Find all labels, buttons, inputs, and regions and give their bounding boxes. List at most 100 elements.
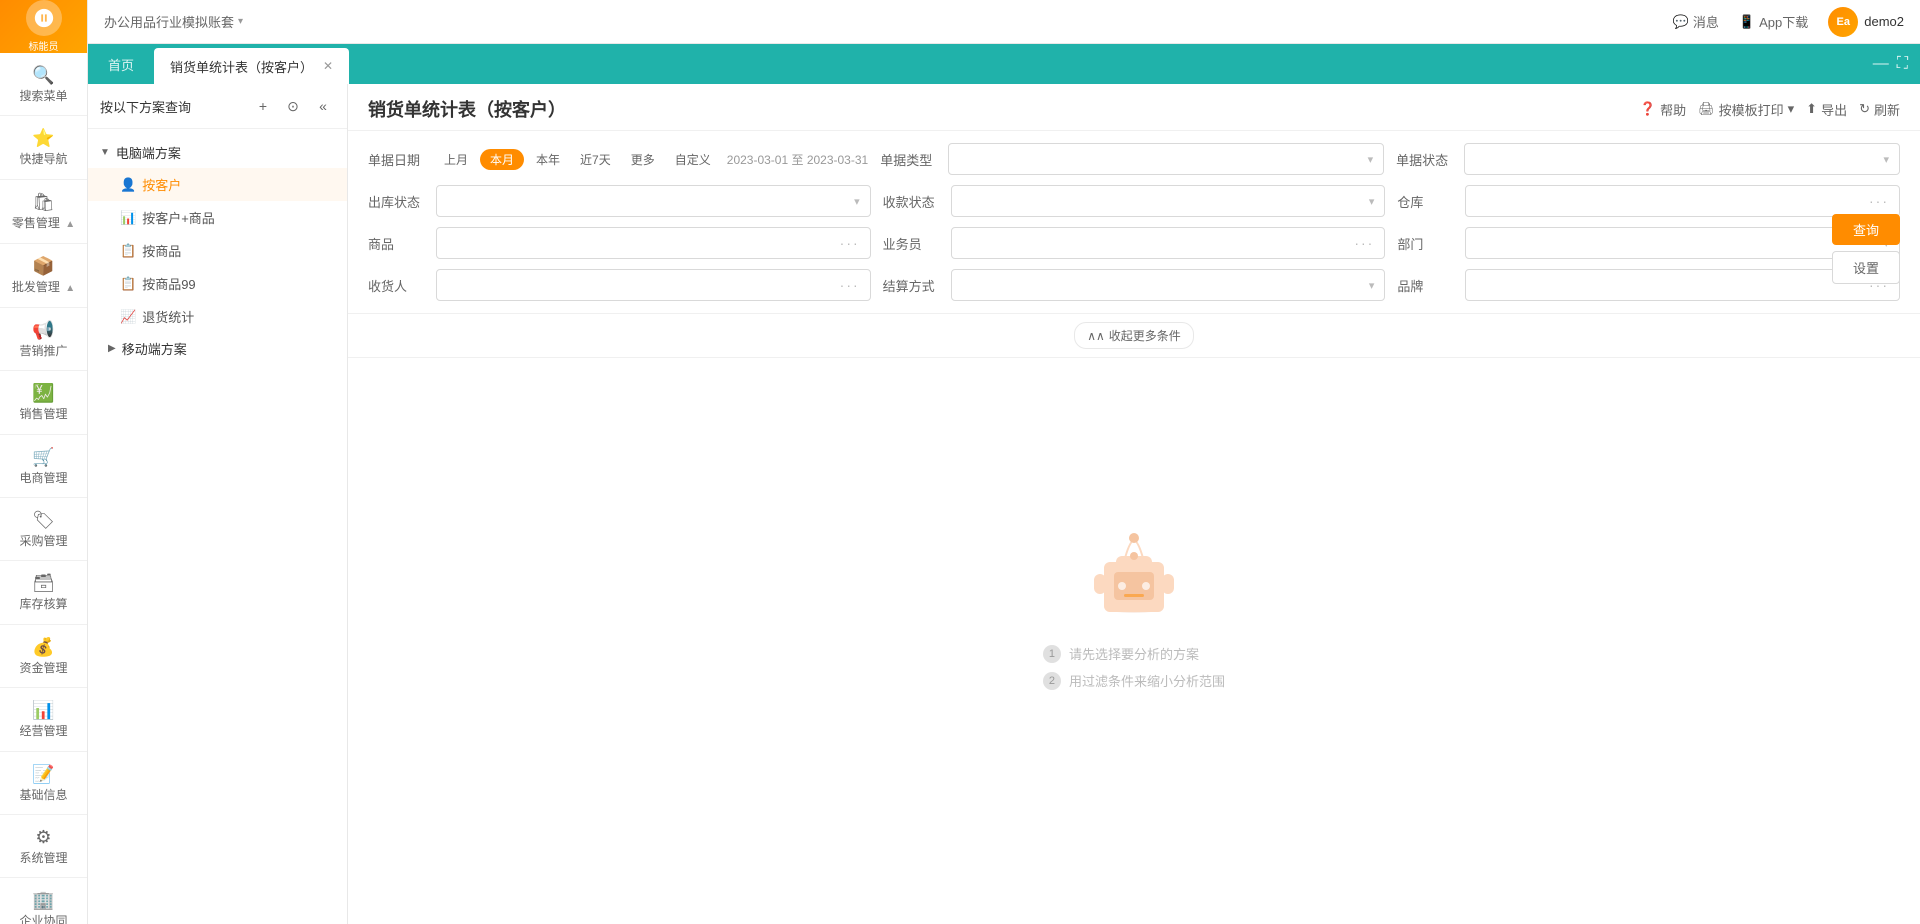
warehouse-select[interactable]: ···	[1465, 185, 1900, 217]
action-buttons: 查询 设置	[1832, 214, 1900, 284]
out-status-select[interactable]: ▾	[436, 185, 871, 217]
staff-label: 业务员	[883, 234, 943, 253]
staff-select[interactable]: ···	[951, 227, 1386, 259]
collapse-up-icon: ∧∧	[1087, 329, 1105, 343]
receiver-label: 收货人	[368, 276, 428, 295]
sidebar: 标能员 🔍 搜索菜单 ⭐ 快捷导航 🛍 零售管理 ▲ 📦 批发管理 ▲ 📢 营销…	[0, 0, 88, 924]
goods-select[interactable]: ···	[436, 227, 871, 259]
tree-item-return-stats[interactable]: 📈 退货统计	[88, 300, 347, 333]
customer-icon: 👤	[120, 177, 136, 193]
collapse-button[interactable]: ∧∧ 收起更多条件	[1074, 322, 1194, 349]
tab-sales-report[interactable]: 销货单统计表（按客户） ✕	[154, 48, 349, 84]
order-type-filter: 单据类型 ▾	[880, 143, 1384, 175]
query-button[interactable]: 查询	[1832, 214, 1900, 245]
tab-home[interactable]: 首页	[88, 44, 154, 84]
goods-label: 商品	[368, 234, 428, 253]
date-custom[interactable]: 自定义	[667, 149, 719, 170]
sidebar-shortcut[interactable]: ⭐ 快捷导航	[0, 116, 88, 179]
collapse-bar: ∧∧ 收起更多条件	[348, 314, 1920, 358]
setting-button[interactable]: 设置	[1832, 251, 1900, 284]
print-icon: 🖨	[1698, 101, 1715, 117]
left-panel-actions: + ⊙ «	[251, 94, 335, 118]
message-button[interactable]: 💬 消息	[1673, 12, 1719, 31]
sidebar-item-ecommerce[interactable]: 🛒 电商管理	[0, 435, 88, 498]
print-button[interactable]: 🖨 按模板打印 ▾	[1698, 100, 1794, 119]
receipt-status-select[interactable]: ▾	[951, 185, 1386, 217]
sidebar-item-finance[interactable]: 💰 资金管理	[0, 625, 88, 688]
left-panel-header: 按以下方案查询 + ⊙ «	[88, 84, 347, 129]
tree-item-customer-goods[interactable]: 📊 按客户+商品	[88, 201, 347, 234]
tree-item-label: 按商品99	[142, 274, 195, 293]
tree-item-goods99[interactable]: 📋 按商品99	[88, 267, 347, 300]
tree-item-by-goods[interactable]: 📋 按商品	[88, 234, 347, 267]
tree-group-mobile-header[interactable]: ▶ 移动端方案	[88, 333, 347, 364]
sidebar-item-retail[interactable]: 🛍 零售管理 ▲	[0, 180, 88, 244]
app-download-button[interactable]: 📱 App下载	[1739, 12, 1808, 31]
goods-filter: 商品 ···	[368, 227, 871, 259]
topbar-dropdown-icon[interactable]: ▾	[238, 16, 243, 27]
warehouse-filter: 仓库 ···	[1397, 185, 1900, 217]
warehouse-dots: ···	[1869, 193, 1889, 209]
brand-filter: 品牌 ···	[1397, 269, 1900, 301]
empty-state: 1 请先选择要分析的方案 2 用过滤条件来缩小分析范围	[348, 358, 1920, 924]
goods99-icon: 📋	[120, 276, 136, 292]
date-curr-month[interactable]: 本月	[480, 149, 524, 170]
sidebar-item-system[interactable]: ⚙ 系统管理	[0, 815, 88, 878]
out-status-filter: 出库状态 ▾	[368, 185, 871, 217]
customer-goods-icon: 📊	[120, 210, 136, 226]
staff-dots: ···	[1354, 235, 1374, 251]
date-shortcuts: 上月 本月 本年 近7天 更多 自定义 2023-03-01 至 2023-03…	[436, 149, 868, 170]
sidebar-item-sales[interactable]: 💹 销售管理	[0, 371, 88, 434]
sidebar-item-basic[interactable]: 📝 基础信息	[0, 752, 88, 815]
order-type-select[interactable]: ▾	[948, 143, 1384, 175]
empty-illustration	[1074, 512, 1194, 632]
receipt-status-filter: 收款状态 ▾	[883, 185, 1386, 217]
filter-row-4: 收货人 ··· 结算方式 ▾ 品牌	[368, 269, 1900, 301]
settle-dropdown-icon: ▾	[1369, 279, 1375, 292]
date-prev-month[interactable]: 上月	[436, 149, 476, 170]
settle-select[interactable]: ▾	[951, 269, 1386, 301]
date-curr-year[interactable]: 本年	[528, 149, 568, 170]
enterprise-icon: 🏢	[32, 890, 54, 911]
mobile-group-arrow: ▶	[108, 343, 116, 354]
refresh-button[interactable]: ↻ 刷新	[1859, 100, 1900, 119]
sidebar-item-inventory[interactable]: 🗃 库存核算	[0, 561, 88, 624]
sidebar-item-operations[interactable]: 📊 经营管理	[0, 688, 88, 751]
tree-section: ▼ 电脑端方案 👤 按客户 📊 按客户+商品 📋 按商品	[88, 129, 347, 372]
empty-tip-2: 2 用过滤条件来缩小分析范围	[1043, 671, 1225, 690]
message-icon: 💬	[1673, 14, 1689, 30]
date-more[interactable]: 更多	[623, 149, 663, 170]
collapse-panel-button[interactable]: «	[311, 94, 335, 118]
sidebar-item-wholesale[interactable]: 📦 批发管理 ▲	[0, 244, 88, 308]
tabbar-controls: — ⛶	[1861, 55, 1920, 73]
order-status-select[interactable]: ▾	[1464, 143, 1900, 175]
right-panel: 销货单统计表（按客户） ❓ 帮助 🖨 按模板打印 ▾ ⬆ 导出	[348, 84, 1920, 924]
date-label: 单据日期	[368, 150, 428, 169]
print-dropdown-icon: ▾	[1788, 101, 1795, 117]
help-button[interactable]: ❓ 帮助	[1640, 100, 1686, 119]
sidebar-item-marketing[interactable]: 📢 营销推广	[0, 308, 88, 371]
add-scheme-button[interactable]: +	[251, 94, 275, 118]
tab-minimize-icon[interactable]: —	[1873, 55, 1889, 73]
wholesale-icon: 📦	[32, 256, 54, 277]
receiver-select[interactable]: ···	[436, 269, 871, 301]
sidebar-search[interactable]: 🔍 搜索菜单	[0, 53, 88, 116]
tree-group-pc-header[interactable]: ▼ 电脑端方案	[88, 137, 347, 168]
tree-item-by-customer[interactable]: 👤 按客户	[88, 168, 347, 201]
user-menu[interactable]: Ea demo2	[1828, 7, 1904, 37]
receiver-dots: ···	[840, 277, 860, 293]
filter-area: 单据日期 上月 本月 本年 近7天 更多 自定义 2023-03-01 至 20…	[348, 131, 1920, 314]
sidebar-item-purchase[interactable]: 🏷 采购管理	[0, 498, 88, 561]
tab-maximize-icon[interactable]: ⛶	[1897, 55, 1908, 73]
date-7days[interactable]: 近7天	[572, 149, 619, 170]
department-label: 部门	[1397, 234, 1457, 253]
left-panel: 按以下方案查询 + ⊙ « ▼	[88, 84, 348, 924]
goods-icon: 📋	[120, 243, 136, 259]
inventory-icon: 🗃	[32, 573, 55, 594]
tab-close-icon[interactable]: ✕	[323, 59, 333, 73]
order-status-filter: 单据状态 ▾	[1396, 143, 1900, 175]
tip-num-1: 1	[1043, 645, 1061, 663]
sidebar-item-enterprise[interactable]: 🏢 企业协同	[0, 878, 88, 924]
settings-circle-button[interactable]: ⊙	[281, 94, 305, 118]
export-button[interactable]: ⬆ 导出	[1806, 100, 1847, 119]
